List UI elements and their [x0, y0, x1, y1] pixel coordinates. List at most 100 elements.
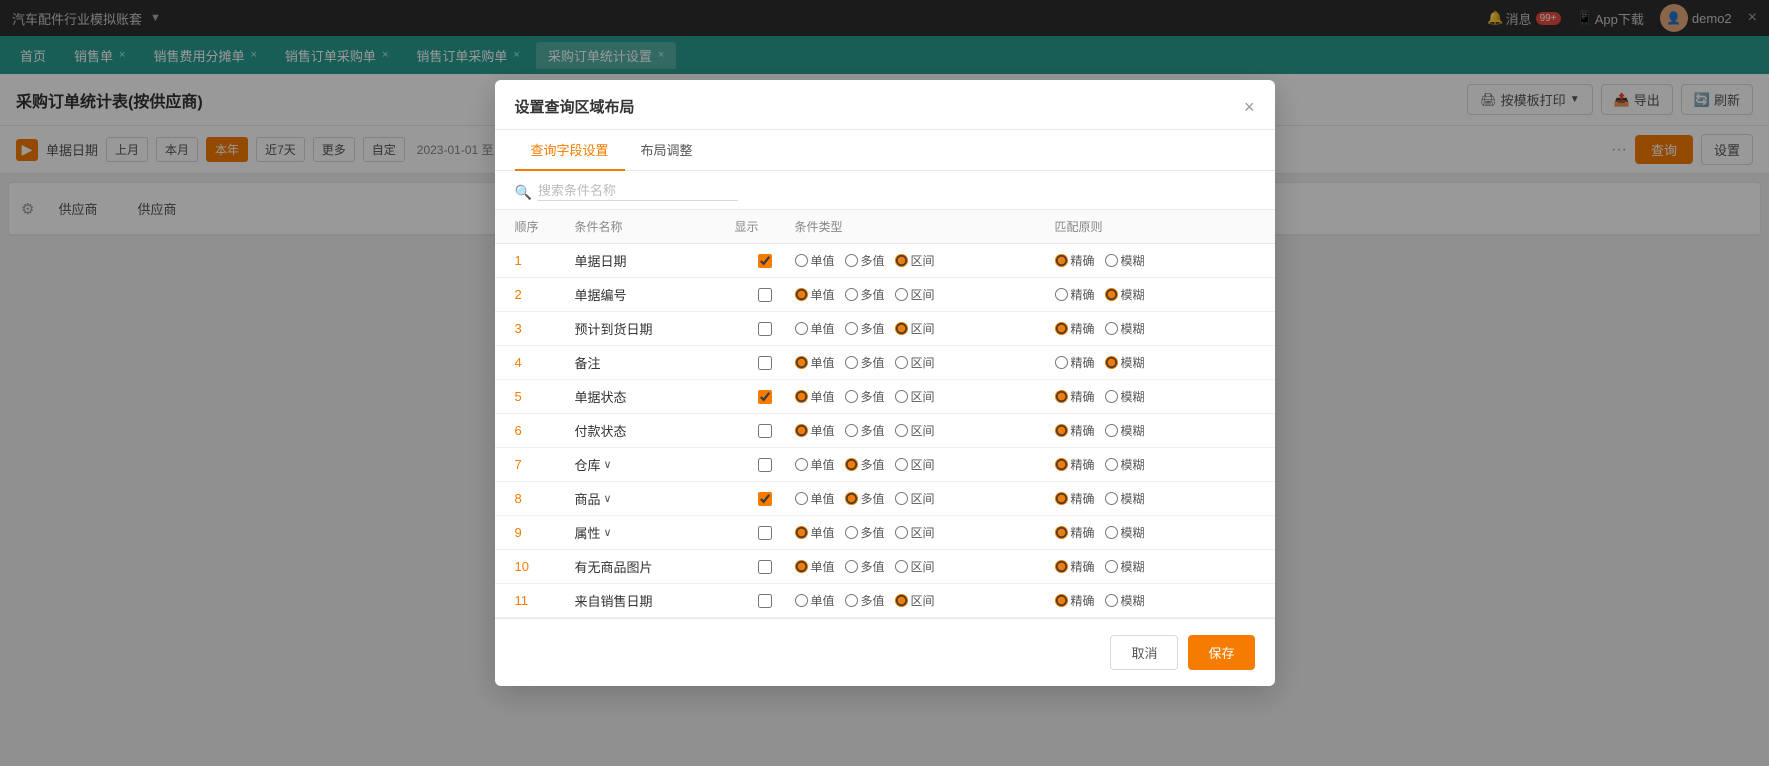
type-type_single-label[interactable]: 单值: [795, 320, 835, 337]
type-type_multi-label[interactable]: 多值: [845, 286, 885, 303]
type-type_single-radio[interactable]: [795, 424, 808, 437]
match-match_exact-radio[interactable]: [1055, 424, 1068, 437]
match-match_fuzzy-label[interactable]: 模糊: [1105, 524, 1145, 541]
type-type_single-label[interactable]: 单值: [795, 286, 835, 303]
save-button[interactable]: 保存: [1188, 635, 1254, 670]
type-type_range-radio[interactable]: [895, 458, 908, 471]
match-match_exact-label[interactable]: 精确: [1055, 490, 1095, 507]
display-checkbox[interactable]: [758, 560, 772, 574]
match-match_fuzzy-label[interactable]: 模糊: [1105, 388, 1145, 405]
type-type_single-label[interactable]: 单值: [795, 422, 835, 439]
match-match_fuzzy-label[interactable]: 模糊: [1105, 354, 1145, 371]
match-match_fuzzy-radio[interactable]: [1105, 390, 1118, 403]
type-type_multi-radio[interactable]: [845, 458, 858, 471]
match-match_fuzzy-radio[interactable]: [1105, 458, 1118, 471]
match-match_fuzzy-label[interactable]: 模糊: [1105, 286, 1145, 303]
match-match_exact-radio[interactable]: [1055, 288, 1068, 301]
match-match_fuzzy-radio[interactable]: [1105, 288, 1118, 301]
type-type_multi-label[interactable]: 多值: [845, 388, 885, 405]
display-checkbox[interactable]: [758, 492, 772, 506]
display-checkbox[interactable]: [758, 390, 772, 404]
display-checkbox[interactable]: [758, 458, 772, 472]
type-type_range-radio[interactable]: [895, 594, 908, 607]
type-type_multi-radio[interactable]: [845, 390, 858, 403]
type-type_single-label[interactable]: 单值: [795, 524, 835, 541]
type-type_range-label[interactable]: 区间: [895, 490, 935, 507]
display-checkbox[interactable]: [758, 322, 772, 336]
tab-layout-adjust[interactable]: 布局调整: [625, 130, 709, 171]
type-type_range-label[interactable]: 区间: [895, 592, 935, 609]
display-checkbox[interactable]: [758, 526, 772, 540]
type-type_range-label[interactable]: 区间: [895, 354, 935, 371]
type-type_single-radio[interactable]: [795, 288, 808, 301]
type-type_single-radio[interactable]: [795, 594, 808, 607]
match-match_fuzzy-label[interactable]: 模糊: [1105, 422, 1145, 439]
match-match_exact-label[interactable]: 精确: [1055, 388, 1095, 405]
match-match_fuzzy-label[interactable]: 模糊: [1105, 592, 1145, 609]
search-input[interactable]: [538, 183, 738, 201]
type-type_range-radio[interactable]: [895, 254, 908, 267]
type-type_multi-radio[interactable]: [845, 288, 858, 301]
match-match_exact-radio[interactable]: [1055, 322, 1068, 335]
match-match_fuzzy-radio[interactable]: [1105, 594, 1118, 607]
match-match_fuzzy-radio[interactable]: [1105, 526, 1118, 539]
match-match_exact-radio[interactable]: [1055, 254, 1068, 267]
type-type_single-label[interactable]: 单值: [795, 354, 835, 371]
type-type_multi-label[interactable]: 多值: [845, 252, 885, 269]
match-match_fuzzy-label[interactable]: 模糊: [1105, 558, 1145, 575]
tab-query-fields[interactable]: 查询字段设置: [515, 130, 625, 171]
type-type_single-radio[interactable]: [795, 390, 808, 403]
type-type_multi-radio[interactable]: [845, 492, 858, 505]
type-type_single-label[interactable]: 单值: [795, 490, 835, 507]
type-type_multi-label[interactable]: 多值: [845, 524, 885, 541]
type-type_multi-label[interactable]: 多值: [845, 592, 885, 609]
type-type_multi-radio[interactable]: [845, 322, 858, 335]
type-type_range-radio[interactable]: [895, 424, 908, 437]
type-type_multi-label[interactable]: 多值: [845, 320, 885, 337]
match-match_fuzzy-radio[interactable]: [1105, 254, 1118, 267]
match-match_exact-radio[interactable]: [1055, 594, 1068, 607]
expand-arrow-icon[interactable]: ∨: [604, 526, 612, 539]
match-match_exact-radio[interactable]: [1055, 390, 1068, 403]
type-type_range-radio[interactable]: [895, 390, 908, 403]
type-type_multi-radio[interactable]: [845, 424, 858, 437]
type-type_range-label[interactable]: 区间: [895, 388, 935, 405]
type-type_multi-label[interactable]: 多值: [845, 422, 885, 439]
type-type_multi-radio[interactable]: [845, 526, 858, 539]
match-match_fuzzy-label[interactable]: 模糊: [1105, 320, 1145, 337]
cancel-button[interactable]: 取消: [1110, 635, 1178, 670]
match-match_exact-label[interactable]: 精确: [1055, 422, 1095, 439]
match-match_exact-label[interactable]: 精确: [1055, 320, 1095, 337]
type-type_range-label[interactable]: 区间: [895, 422, 935, 439]
type-type_range-label[interactable]: 区间: [895, 558, 935, 575]
match-match_exact-radio[interactable]: [1055, 458, 1068, 471]
dialog-close-button[interactable]: ×: [1244, 98, 1255, 116]
display-checkbox[interactable]: [758, 254, 772, 268]
match-match_fuzzy-radio[interactable]: [1105, 424, 1118, 437]
match-match_fuzzy-radio[interactable]: [1105, 560, 1118, 573]
type-type_single-label[interactable]: 单值: [795, 558, 835, 575]
match-match_exact-radio[interactable]: [1055, 560, 1068, 573]
match-match_exact-label[interactable]: 精确: [1055, 592, 1095, 609]
display-checkbox[interactable]: [758, 594, 772, 608]
display-checkbox[interactable]: [758, 356, 772, 370]
type-type_single-radio[interactable]: [795, 492, 808, 505]
match-match_exact-radio[interactable]: [1055, 492, 1068, 505]
type-type_single-label[interactable]: 单值: [795, 592, 835, 609]
expand-arrow-icon[interactable]: ∨: [604, 492, 612, 505]
type-type_single-radio[interactable]: [795, 526, 808, 539]
match-match_fuzzy-radio[interactable]: [1105, 322, 1118, 335]
type-type_range-label[interactable]: 区间: [895, 320, 935, 337]
match-match_exact-radio[interactable]: [1055, 526, 1068, 539]
type-type_range-label[interactable]: 区间: [895, 286, 935, 303]
type-type_multi-radio[interactable]: [845, 594, 858, 607]
display-checkbox[interactable]: [758, 424, 772, 438]
type-type_multi-radio[interactable]: [845, 254, 858, 267]
type-type_multi-label[interactable]: 多值: [845, 490, 885, 507]
type-type_range-radio[interactable]: [895, 526, 908, 539]
type-type_multi-label[interactable]: 多值: [845, 354, 885, 371]
type-type_single-radio[interactable]: [795, 254, 808, 267]
type-type_range-label[interactable]: 区间: [895, 252, 935, 269]
type-type_multi-radio[interactable]: [845, 356, 858, 369]
type-type_range-label[interactable]: 区间: [895, 456, 935, 473]
